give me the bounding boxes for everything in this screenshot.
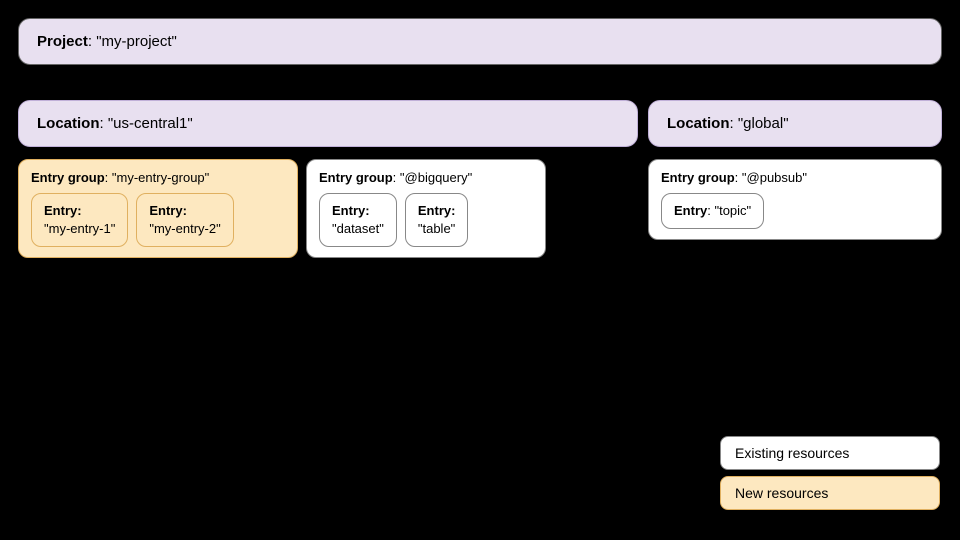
- location-label-left: Location: [37, 115, 100, 132]
- legend-new: New resources: [720, 476, 940, 510]
- entry-group-my-entry-group: Entry group: "my-entry-group" Entry: "my…: [18, 159, 298, 258]
- entry-group-pubsub: Entry group: "@pubsub" Entry: "topic": [648, 159, 942, 240]
- legend-new-label: New resources: [735, 485, 828, 501]
- project-value: "my-project": [96, 33, 177, 50]
- entry-table: Entry: "table": [405, 193, 469, 247]
- entry-topic: Entry: "topic": [661, 193, 764, 229]
- location-value-left: "us-central1": [108, 115, 193, 132]
- legend-new-box: New resources: [720, 476, 940, 510]
- legend-existing: Existing resources: [720, 436, 940, 470]
- entry-my-entry-2: Entry: "my-entry-2": [136, 193, 233, 247]
- entry-dataset: Entry: "dataset": [319, 193, 397, 247]
- location-box-us-central1: Location: "us-central1": [18, 100, 638, 147]
- location-label-right: Location: [667, 115, 730, 132]
- legend-existing-box: Existing resources: [720, 436, 940, 470]
- location-value-right: "global": [738, 115, 789, 132]
- project-label: Project: [37, 33, 88, 50]
- project-box: Project: "my-project": [18, 18, 942, 65]
- location-box-global: Location: "global": [648, 100, 942, 147]
- legend-existing-label: Existing resources: [735, 445, 849, 461]
- legend: Existing resources New resources: [720, 436, 940, 510]
- entry-my-entry-1: Entry: "my-entry-1": [31, 193, 128, 247]
- entry-group-bigquery: Entry group: "@bigquery" Entry: "dataset…: [306, 159, 546, 258]
